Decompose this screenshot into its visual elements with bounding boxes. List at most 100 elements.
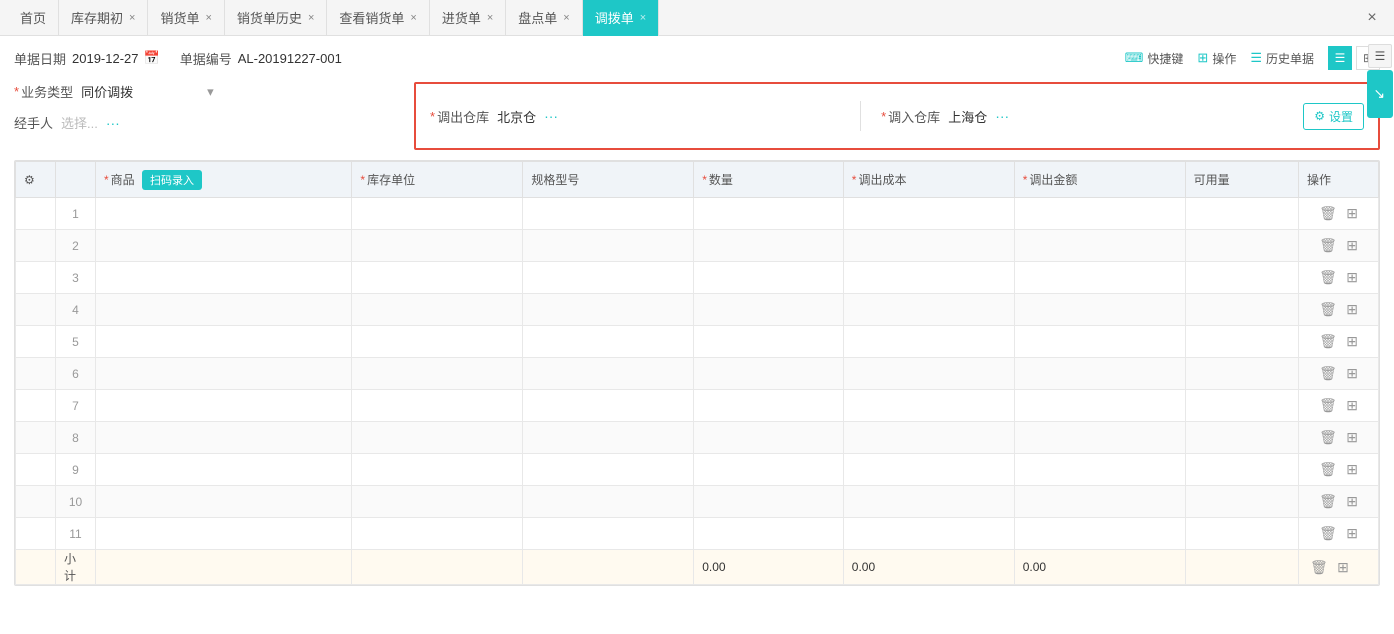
row-qty-7[interactable] bbox=[694, 390, 844, 422]
close-sales-order[interactable]: × bbox=[205, 12, 211, 24]
row-goods-11[interactable] bbox=[96, 518, 352, 550]
row-amount-1[interactable] bbox=[1014, 198, 1185, 230]
row-amount-11[interactable] bbox=[1014, 518, 1185, 550]
row-available-5[interactable] bbox=[1185, 326, 1298, 358]
tab-home[interactable]: 首页 bbox=[8, 0, 59, 36]
row-cost-6[interactable] bbox=[843, 358, 1014, 390]
copy-row-btn-2[interactable]: ⊞ bbox=[1346, 237, 1358, 254]
history-action[interactable]: ☰ 历史单据 bbox=[1250, 50, 1314, 67]
settings-button[interactable]: ⚙ 设置 bbox=[1303, 103, 1364, 130]
warehouse-in-more-btn[interactable]: ··· bbox=[995, 108, 1009, 124]
row-unit-5[interactable] bbox=[352, 326, 523, 358]
row-unit-7[interactable] bbox=[352, 390, 523, 422]
row-qty-9[interactable] bbox=[694, 454, 844, 486]
row-cost-5[interactable] bbox=[843, 326, 1014, 358]
row-unit-3[interactable] bbox=[352, 262, 523, 294]
row-available-8[interactable] bbox=[1185, 422, 1298, 454]
sidebar-list-btn[interactable]: ☰ bbox=[1368, 44, 1392, 68]
close-inventory-init[interactable]: × bbox=[129, 12, 135, 24]
close-stock-check[interactable]: × bbox=[563, 12, 569, 24]
row-amount-7[interactable] bbox=[1014, 390, 1185, 422]
close-all-tabs[interactable]: × bbox=[1358, 4, 1386, 32]
row-cost-1[interactable] bbox=[843, 198, 1014, 230]
person-value[interactable]: 选择... bbox=[61, 113, 98, 132]
row-qty-4[interactable] bbox=[694, 294, 844, 326]
subtotal-copy-btn[interactable]: ⊞ bbox=[1337, 559, 1349, 576]
copy-row-btn-4[interactable]: ⊞ bbox=[1346, 301, 1358, 318]
row-cost-9[interactable] bbox=[843, 454, 1014, 486]
copy-row-btn-10[interactable]: ⊞ bbox=[1346, 493, 1358, 510]
row-goods-3[interactable] bbox=[96, 262, 352, 294]
row-goods-1[interactable] bbox=[96, 198, 352, 230]
delete-row-btn-2[interactable]: 🗑 bbox=[1319, 237, 1337, 254]
delete-row-btn-9[interactable]: 🗑 bbox=[1319, 461, 1337, 478]
row-unit-4[interactable] bbox=[352, 294, 523, 326]
delete-row-btn-10[interactable]: 🗑 bbox=[1319, 493, 1337, 510]
row-unit-10[interactable] bbox=[352, 486, 523, 518]
row-goods-2[interactable] bbox=[96, 230, 352, 262]
copy-row-btn-3[interactable]: ⊞ bbox=[1346, 269, 1358, 286]
row-qty-8[interactable] bbox=[694, 422, 844, 454]
close-sales-history[interactable]: × bbox=[308, 12, 314, 24]
row-available-1[interactable] bbox=[1185, 198, 1298, 230]
tab-purchase[interactable]: 进货单 × bbox=[430, 0, 506, 36]
row-amount-3[interactable] bbox=[1014, 262, 1185, 294]
tab-inventory-init[interactable]: 库存期初 × bbox=[59, 0, 148, 36]
row-goods-10[interactable] bbox=[96, 486, 352, 518]
row-qty-11[interactable] bbox=[694, 518, 844, 550]
tab-transfer[interactable]: 调拨单 × bbox=[583, 0, 659, 36]
row-qty-3[interactable] bbox=[694, 262, 844, 294]
row-available-2[interactable] bbox=[1185, 230, 1298, 262]
sidebar-export-btn[interactable]: ↗ bbox=[1367, 70, 1393, 118]
copy-row-btn-6[interactable]: ⊞ bbox=[1346, 365, 1358, 382]
row-spec-3[interactable] bbox=[523, 262, 694, 294]
row-unit-8[interactable] bbox=[352, 422, 523, 454]
row-amount-6[interactable] bbox=[1014, 358, 1185, 390]
row-goods-4[interactable] bbox=[96, 294, 352, 326]
row-spec-1[interactable] bbox=[523, 198, 694, 230]
row-spec-11[interactable] bbox=[523, 518, 694, 550]
row-available-9[interactable] bbox=[1185, 454, 1298, 486]
copy-row-btn-1[interactable]: ⊞ bbox=[1346, 205, 1358, 222]
row-unit-6[interactable] bbox=[352, 358, 523, 390]
tab-view-sales[interactable]: 查看销货单 × bbox=[327, 0, 429, 36]
copy-row-btn-8[interactable]: ⊞ bbox=[1346, 429, 1358, 446]
row-qty-6[interactable] bbox=[694, 358, 844, 390]
warehouse-out-more-btn[interactable]: ··· bbox=[544, 108, 558, 124]
row-unit-9[interactable] bbox=[352, 454, 523, 486]
copy-row-btn-11[interactable]: ⊞ bbox=[1346, 525, 1358, 542]
row-amount-4[interactable] bbox=[1014, 294, 1185, 326]
row-amount-10[interactable] bbox=[1014, 486, 1185, 518]
row-unit-2[interactable] bbox=[352, 230, 523, 262]
row-available-6[interactable] bbox=[1185, 358, 1298, 390]
row-available-3[interactable] bbox=[1185, 262, 1298, 294]
row-cost-11[interactable] bbox=[843, 518, 1014, 550]
row-available-4[interactable] bbox=[1185, 294, 1298, 326]
col-gear[interactable]: ⚙ bbox=[16, 162, 56, 198]
subtotal-delete-btn[interactable]: 🗑 bbox=[1310, 559, 1328, 576]
row-unit-1[interactable] bbox=[352, 198, 523, 230]
tab-stock-check[interactable]: 盘点单 × bbox=[506, 0, 582, 36]
delete-row-btn-8[interactable]: 🗑 bbox=[1319, 429, 1337, 446]
row-cost-7[interactable] bbox=[843, 390, 1014, 422]
row-goods-7[interactable] bbox=[96, 390, 352, 422]
row-unit-11[interactable] bbox=[352, 518, 523, 550]
row-goods-6[interactable] bbox=[96, 358, 352, 390]
row-cost-8[interactable] bbox=[843, 422, 1014, 454]
row-goods-9[interactable] bbox=[96, 454, 352, 486]
shortcuts-action[interactable]: ⌨ 快捷键 bbox=[1125, 50, 1184, 67]
row-amount-2[interactable] bbox=[1014, 230, 1185, 262]
delete-row-btn-6[interactable]: 🗑 bbox=[1319, 365, 1337, 382]
delete-row-btn-1[interactable]: 🗑 bbox=[1319, 205, 1337, 222]
row-qty-1[interactable] bbox=[694, 198, 844, 230]
layout-list-btn[interactable]: ☰ bbox=[1328, 46, 1352, 70]
close-transfer[interactable]: × bbox=[640, 12, 646, 24]
row-cost-4[interactable] bbox=[843, 294, 1014, 326]
business-type-dropdown[interactable]: ▾ bbox=[207, 84, 214, 100]
row-cost-10[interactable] bbox=[843, 486, 1014, 518]
row-qty-5[interactable] bbox=[694, 326, 844, 358]
row-goods-8[interactable] bbox=[96, 422, 352, 454]
row-amount-8[interactable] bbox=[1014, 422, 1185, 454]
row-spec-5[interactable] bbox=[523, 326, 694, 358]
row-cost-2[interactable] bbox=[843, 230, 1014, 262]
